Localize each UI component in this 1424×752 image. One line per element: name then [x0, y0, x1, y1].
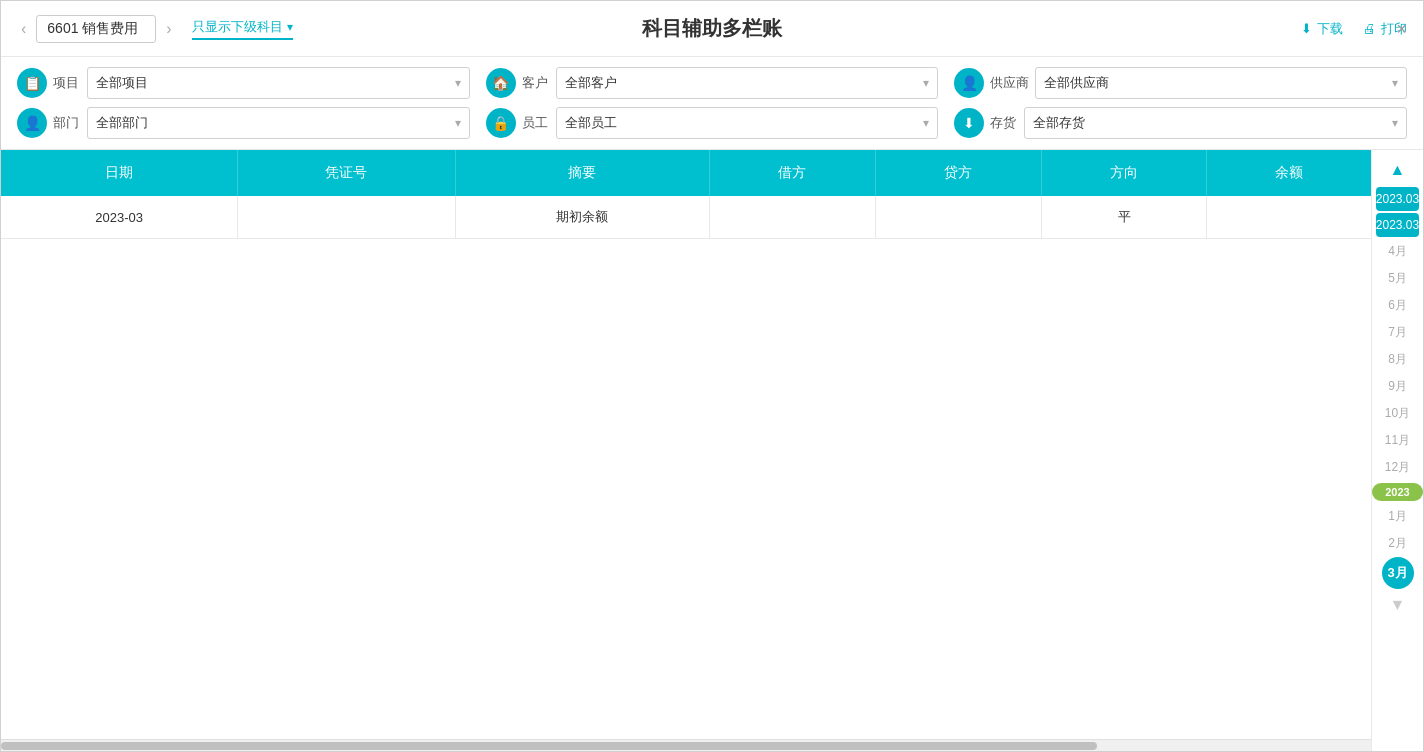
department-value: 全部部门 — [96, 114, 148, 132]
cell-summary: 期初余额 — [455, 196, 709, 239]
employee-dropdown-arrow: ▾ — [923, 116, 929, 130]
month-item-4[interactable]: 4月 — [1372, 238, 1423, 265]
col-credit: 贷方 — [875, 150, 1041, 196]
col-balance: 余额 — [1207, 150, 1371, 196]
customer-dropdown-arrow: ▾ — [923, 76, 929, 90]
main-content: 日期 凭证号 摘要 借方 贷方 方向 余额 2023-03 期初余额 — [1, 150, 1423, 751]
supplier-value: 全部供应商 — [1044, 74, 1109, 92]
month-item-11[interactable]: 11月 — [1372, 427, 1423, 454]
col-summary: 摘要 — [455, 150, 709, 196]
main-window: ‹ 6601 销售费用 › 只显示下级科目 ▾ 科目辅助多栏账 ⬇ 下载 🖨 打… — [0, 0, 1424, 752]
table-header-row: 日期 凭证号 摘要 借方 贷方 方向 余额 — [1, 150, 1371, 196]
filter-row-1: 📋 项目 全部项目 ▾ 🏠 客户 全部客户 ▾ 👤 供应商 全部供应 — [17, 67, 1407, 99]
download-button[interactable]: ⬇ 下载 — [1301, 20, 1343, 38]
month-item-8[interactable]: 8月 — [1372, 346, 1423, 373]
title-actions: ⬇ 下载 🖨 打印 × — [1301, 20, 1407, 38]
table-spacer — [1, 239, 1371, 739]
employee-icon: 🔒 — [486, 108, 516, 138]
table-row: 2023-03 期初余额 平 — [1, 196, 1371, 239]
customer-label: 客户 — [522, 74, 550, 92]
month-item-2[interactable]: 2月 — [1372, 530, 1423, 557]
scrollbar-thumb[interactable] — [1, 742, 1097, 750]
cell-credit — [875, 196, 1041, 239]
year-badge-2023[interactable]: 2023 — [1372, 483, 1423, 501]
download-icon: ⬇ — [1301, 21, 1312, 36]
employee-value: 全部员工 — [565, 114, 617, 132]
filter-employee: 🔒 员工 全部员工 ▾ — [486, 107, 939, 139]
filter-row-2: 👤 部门 全部部门 ▾ 🔒 员工 全部员工 ▾ ⬇ 存货 全部存货 — [17, 107, 1407, 139]
sidebar-scroll-down[interactable]: ▼ — [1384, 591, 1412, 619]
department-icon: 👤 — [17, 108, 47, 138]
customer-value: 全部客户 — [565, 74, 617, 92]
month-item-1[interactable]: 1月 — [1372, 503, 1423, 530]
customer-icon: 🏠 — [486, 68, 516, 98]
inventory-select[interactable]: 全部存货 ▾ — [1024, 107, 1407, 139]
inventory-icon: ⬇ — [954, 108, 984, 138]
inventory-dropdown-arrow: ▾ — [1392, 116, 1398, 130]
nav-account: ‹ 6601 销售费用 › — [17, 15, 176, 43]
filter-bar: 📋 项目 全部项目 ▾ 🏠 客户 全部客户 ▾ 👤 供应商 全部供应 — [1, 57, 1423, 150]
cell-debit — [709, 196, 875, 239]
col-voucher: 凭证号 — [238, 150, 455, 196]
department-label: 部门 — [53, 114, 81, 132]
right-sidebar: ▲ 2023.03 2023.03 4月 5月 6月 7月 8月 9月 10月 … — [1371, 150, 1423, 751]
cell-voucher — [238, 196, 455, 239]
prev-account-button[interactable]: ‹ — [17, 16, 30, 42]
horizontal-scrollbar[interactable] — [1, 739, 1371, 751]
show-sub-label: 只显示下级科目 — [192, 18, 283, 36]
table-area: 日期 凭证号 摘要 借方 贷方 方向 余额 2023-03 期初余额 — [1, 150, 1371, 751]
project-select[interactable]: 全部项目 ▾ — [87, 67, 470, 99]
month-item-2023-03-2[interactable]: 2023.03 — [1376, 213, 1419, 237]
supplier-icon: 👤 — [954, 68, 984, 98]
cell-direction: 平 — [1041, 196, 1207, 239]
filter-customer: 🏠 客户 全部客户 ▾ — [486, 67, 939, 99]
month-item-5[interactable]: 5月 — [1372, 265, 1423, 292]
project-label: 项目 — [53, 74, 81, 92]
close-button[interactable]: × — [1396, 18, 1407, 39]
month-item-7[interactable]: 7月 — [1372, 319, 1423, 346]
department-dropdown-arrow: ▾ — [455, 116, 461, 130]
month-item-9[interactable]: 9月 — [1372, 373, 1423, 400]
data-table: 日期 凭证号 摘要 借方 贷方 方向 余额 2023-03 期初余额 — [1, 150, 1371, 239]
page-title: 科目辅助多栏账 — [642, 15, 782, 42]
inventory-value: 全部存货 — [1033, 114, 1085, 132]
supplier-select[interactable]: 全部供应商 ▾ — [1035, 67, 1407, 99]
month-item-10[interactable]: 10月 — [1372, 400, 1423, 427]
account-name: 6601 销售费用 — [36, 15, 156, 43]
print-icon: 🖨 — [1363, 21, 1376, 36]
employee-label: 员工 — [522, 114, 550, 132]
filter-project: 📋 项目 全部项目 ▾ — [17, 67, 470, 99]
supplier-label: 供应商 — [990, 74, 1029, 92]
project-dropdown-arrow: ▾ — [455, 76, 461, 90]
cell-date: 2023-03 — [1, 196, 238, 239]
inventory-label: 存货 — [990, 114, 1018, 132]
next-account-button[interactable]: › — [162, 16, 175, 42]
filter-inventory: ⬇ 存货 全部存货 ▾ — [954, 107, 1407, 139]
cell-balance — [1207, 196, 1371, 239]
month-item-6[interactable]: 6月 — [1372, 292, 1423, 319]
customer-select[interactable]: 全部客户 ▾ — [556, 67, 939, 99]
month-item-12[interactable]: 12月 — [1372, 454, 1423, 481]
filter-department: 👤 部门 全部部门 ▾ — [17, 107, 470, 139]
department-select[interactable]: 全部部门 ▾ — [87, 107, 470, 139]
month-item-3-current[interactable]: 3月 — [1382, 557, 1414, 589]
col-direction: 方向 — [1041, 150, 1207, 196]
supplier-dropdown-arrow: ▾ — [1392, 76, 1398, 90]
show-sub-arrow: ▾ — [287, 20, 293, 34]
filter-supplier: 👤 供应商 全部供应商 ▾ — [954, 67, 1407, 99]
employee-select[interactable]: 全部员工 ▾ — [556, 107, 939, 139]
project-icon: 📋 — [17, 68, 47, 98]
title-bar: ‹ 6601 销售费用 › 只显示下级科目 ▾ 科目辅助多栏账 ⬇ 下载 🖨 打… — [1, 1, 1423, 57]
project-value: 全部项目 — [96, 74, 148, 92]
show-sub-toggle[interactable]: 只显示下级科目 ▾ — [192, 18, 293, 40]
download-label: 下载 — [1317, 20, 1343, 38]
col-date: 日期 — [1, 150, 238, 196]
month-item-2023-03-top[interactable]: 2023.03 — [1376, 187, 1419, 211]
col-debit: 借方 — [709, 150, 875, 196]
sidebar-scroll-up[interactable]: ▲ — [1384, 156, 1412, 184]
